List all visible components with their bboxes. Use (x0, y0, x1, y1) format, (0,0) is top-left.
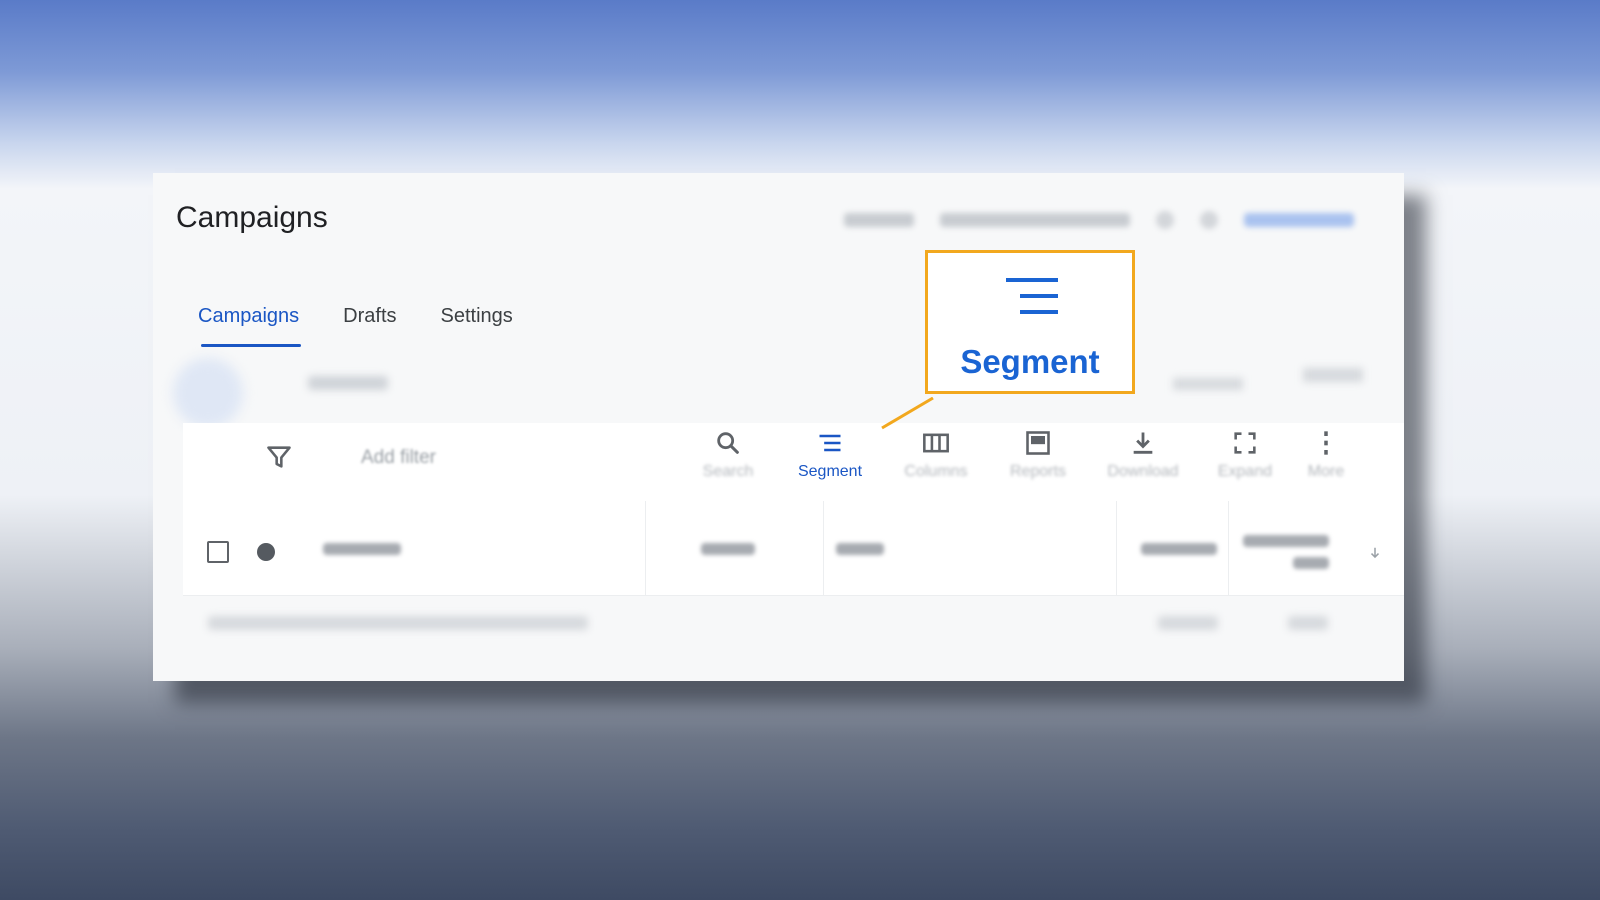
column-header-budget[interactable] (701, 543, 755, 555)
search-label: Search (702, 463, 754, 480)
blurred-text (1173, 378, 1243, 390)
reports-button[interactable]: Reports (993, 429, 1083, 481)
select-all-checkbox[interactable] (207, 541, 229, 563)
expand-icon (1234, 432, 1256, 454)
campaigns-panel: Campaigns Campaigns Drafts Settings Add … (153, 173, 1404, 681)
table-header-row (183, 501, 1404, 596)
columns-label: Columns (904, 463, 968, 480)
columns-icon (923, 433, 949, 453)
date-range-selector[interactable] (940, 213, 1130, 227)
blurred-text (308, 376, 388, 390)
expand-button[interactable]: Expand (1200, 429, 1290, 481)
blurred-link[interactable] (1244, 213, 1354, 227)
blurred-text (1288, 616, 1328, 630)
columns-button[interactable]: Columns (891, 429, 981, 481)
tab-settings[interactable]: Settings (419, 291, 535, 341)
add-filter-input[interactable]: Add filter (361, 447, 436, 469)
search-icon (717, 432, 739, 454)
download-icon (1133, 432, 1153, 454)
segment-callout: Segment (925, 250, 1135, 394)
search-button[interactable]: Search (683, 429, 773, 481)
column-header-status[interactable] (836, 543, 884, 555)
tab-bar: Campaigns Drafts Settings (176, 291, 535, 347)
sort-arrow-icon[interactable] (1368, 546, 1382, 560)
more-vert-icon (1324, 431, 1328, 455)
segment-label: Segment (797, 463, 863, 480)
blurred-text (1303, 368, 1363, 382)
segment-icon (819, 434, 841, 452)
blurred-text (208, 616, 588, 630)
column-divider (823, 501, 824, 595)
tab-drafts[interactable]: Drafts (321, 291, 418, 341)
blurred-table-row (208, 608, 1368, 638)
status-icon (257, 543, 275, 561)
table-toolbar: Add filter Search Segment Columns Report… (183, 423, 1404, 502)
header-controls (844, 195, 1404, 245)
download-label: Download (1107, 463, 1179, 480)
segment-button[interactable]: Segment (785, 429, 875, 481)
page-title: Campaigns (176, 201, 328, 234)
blurred-toolbar-row (173, 358, 1383, 428)
more-button[interactable]: More (1286, 429, 1366, 481)
filter-icon[interactable] (265, 443, 293, 471)
reports-label: Reports (1009, 463, 1067, 480)
column-divider (1228, 501, 1229, 595)
column-header-cost[interactable] (1243, 535, 1329, 547)
callout-connector (881, 397, 934, 430)
segment-icon (1006, 278, 1058, 314)
blurred-text (1158, 616, 1218, 630)
tab-campaigns[interactable]: Campaigns (176, 291, 321, 347)
callout-label: Segment (960, 343, 1100, 380)
column-divider (1116, 501, 1117, 595)
blurred-icon[interactable] (1200, 211, 1218, 229)
blurred-control[interactable] (844, 213, 914, 227)
column-header-cost-sub (1293, 557, 1329, 569)
column-header-conv-rate[interactable] (1141, 543, 1217, 555)
download-button[interactable]: Download (1098, 429, 1188, 481)
column-header-campaign[interactable] (323, 543, 401, 555)
blurred-button[interactable] (173, 358, 243, 428)
expand-label: Expand (1217, 463, 1273, 480)
blurred-icon[interactable] (1156, 211, 1174, 229)
more-label: More (1307, 463, 1345, 480)
column-divider (645, 501, 646, 595)
reports-icon (1026, 431, 1050, 455)
